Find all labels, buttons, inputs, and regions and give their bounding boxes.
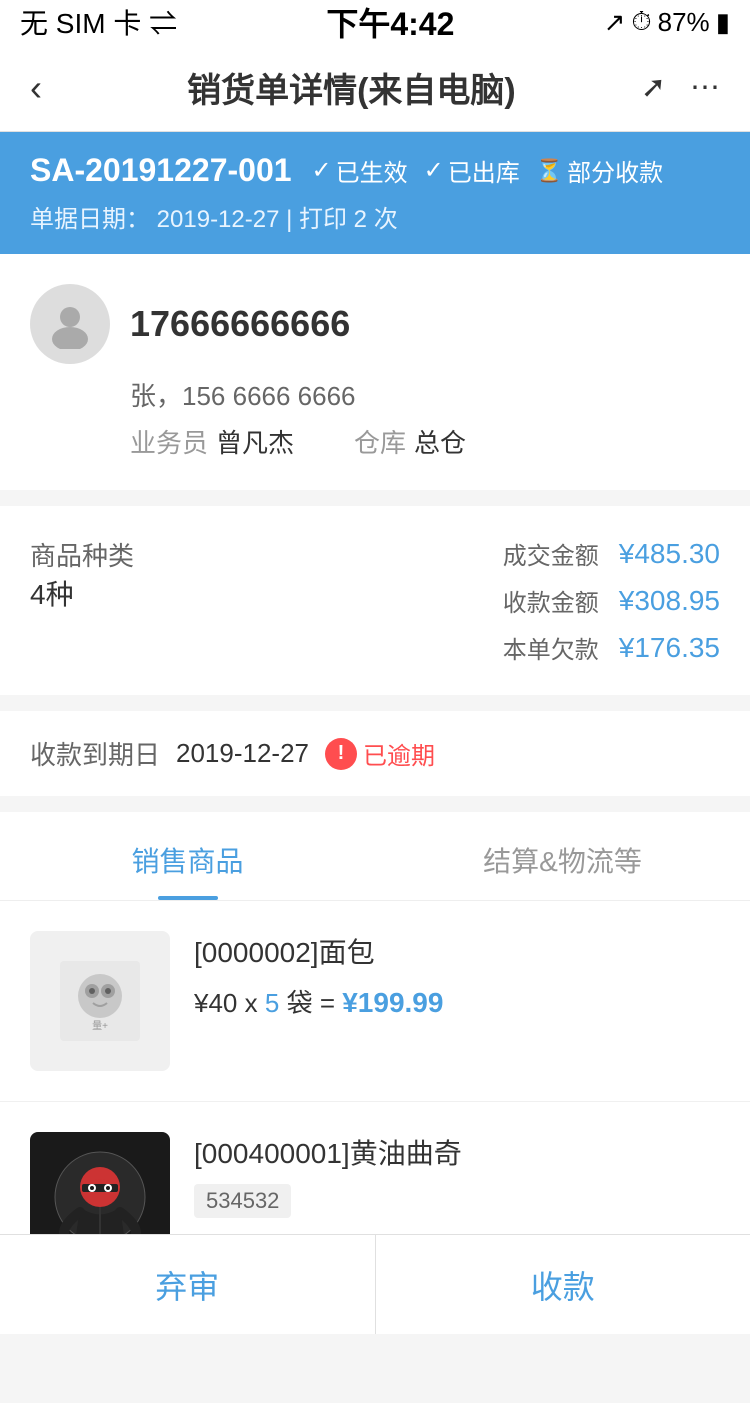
received-label: 收款金额 [503, 583, 599, 618]
tabs: 销售商品 结算&物流等 [0, 812, 750, 901]
bread-icon: 量+ [60, 961, 140, 1041]
order-header-banner: SA-20191227-001 ✓ 已生效 ✓ 已出库 ⏳ 部分收款 单据日期：… [0, 132, 750, 254]
badge-effective: ✓ 已生效 [312, 153, 408, 188]
nav-bar: ‹ 销货单详情(来自电脑) ➚ ⋯ [0, 44, 750, 132]
debt-value: ¥176.35 [619, 632, 720, 664]
debt-label: 本单欠款 [503, 630, 599, 665]
bread-placeholder: 量+ [30, 931, 170, 1071]
order-id-row: SA-20191227-001 ✓ 已生效 ✓ 已出库 ⏳ 部分收款 [30, 152, 720, 189]
badge-shipped: ✓ 已出库 [424, 153, 520, 188]
product-name-2: [000400001]黄油曲奇 [194, 1132, 720, 1172]
customer-meta: 业务员 曾凡杰 仓库 总仓 [30, 423, 720, 460]
product-qty-1: 5 [265, 988, 279, 1018]
received-row: 收款金额 ¥308.95 [503, 583, 720, 618]
overdue-icon: ! [325, 738, 357, 770]
nav-actions: ➚ ⋯ [641, 70, 720, 105]
summary-section: 商品种类 4种 成交金额 ¥485.30 收款金额 ¥308.95 本单欠款 ¥… [0, 506, 750, 695]
page-title: 销货单详情(来自电脑) [62, 63, 641, 112]
check-icon-2: ✓ [424, 156, 444, 185]
cancel-button[interactable]: 弃审 [0, 1235, 376, 1334]
location-icon: ↗ [604, 7, 626, 38]
status-left: 无 SIM 卡 ⇌ [20, 2, 177, 42]
warehouse-meta: 仓库 总仓 [354, 423, 466, 460]
status-right: ↗ ⏱ 87% ▮ [604, 6, 730, 38]
amount-value: ¥485.30 [619, 538, 720, 570]
amount-row: 成交金额 ¥485.30 [503, 536, 720, 571]
due-date: 2019-12-27 [176, 738, 309, 769]
due-label: 收款到期日 [30, 735, 160, 772]
status-badges: ✓ 已生效 ✓ 已出库 ⏳ 部分收款 [312, 153, 664, 188]
overdue-badge: ! 已逾期 [325, 736, 435, 771]
back-button[interactable]: ‹ [30, 67, 62, 109]
product-tag-2: 534532 [194, 1184, 291, 1218]
svg-text:量+: 量+ [92, 1020, 108, 1032]
amount-info: 成交金额 ¥485.30 收款金额 ¥308.95 本单欠款 ¥176.35 [503, 536, 720, 665]
bottom-bar: 弃审 收款 [0, 1234, 750, 1334]
order-date-row: 单据日期： 2019-12-27 | 打印 2 次 [30, 199, 720, 234]
more-icon[interactable]: ⋯ [690, 70, 720, 105]
debt-row: 本单欠款 ¥176.35 [503, 630, 720, 665]
product-info-1: [0000002]面包 ¥40 x 5 袋 = ¥199.99 [194, 931, 720, 1071]
category-label: 商品种类 [30, 536, 134, 573]
amount-label: 成交金额 [503, 536, 599, 571]
status-bar: 无 SIM 卡 ⇌ 下午4:42 ↗ ⏱ 87% ▮ [0, 0, 750, 44]
table-row: 量+ [0000002]面包 ¥40 x 5 袋 = ¥199.99 [0, 901, 750, 1102]
check-icon-1: ✓ [312, 156, 332, 185]
person-icon [45, 299, 95, 349]
category-value: 4种 [30, 573, 134, 613]
customer-top: 17666666666 [30, 284, 720, 364]
badge-partial: ⏳ 部分收款 [536, 153, 663, 188]
sales-meta: 业务员 曾凡杰 [130, 423, 294, 460]
overdue-text: 已逾期 [363, 736, 435, 771]
clock-icon: ⏳ [536, 158, 563, 184]
received-value: ¥308.95 [619, 585, 720, 617]
product-price-1: ¥40 x 5 袋 = ¥199.99 [194, 983, 720, 1020]
due-date-section: 收款到期日 2019-12-27 ! 已逾期 [0, 711, 750, 796]
order-id: SA-20191227-001 [30, 152, 292, 189]
confirm-button[interactable]: 收款 [376, 1235, 750, 1334]
alarm-icon: ⏱ [631, 6, 651, 38]
battery-icon: ▮ [716, 7, 730, 38]
tab-settlement[interactable]: 结算&物流等 [375, 812, 750, 900]
status-time: 下午4:42 [326, 0, 454, 45]
product-total-1: ¥199.99 [342, 987, 443, 1018]
product-name-1: [0000002]面包 [194, 931, 720, 971]
battery-level: 87% [658, 7, 710, 38]
share-icon[interactable]: ➚ [641, 70, 666, 105]
customer-section: 17666666666 张，156 6666 6666 业务员 曾凡杰 仓库 总… [0, 254, 750, 490]
customer-name-phone: 张，156 6666 6666 [30, 376, 720, 413]
product-image-1: 量+ [30, 931, 170, 1071]
customer-phone: 17666666666 [130, 303, 350, 345]
avatar [30, 284, 110, 364]
tab-sales-goods[interactable]: 销售商品 [0, 812, 375, 900]
category-info: 商品种类 4种 [30, 536, 134, 613]
